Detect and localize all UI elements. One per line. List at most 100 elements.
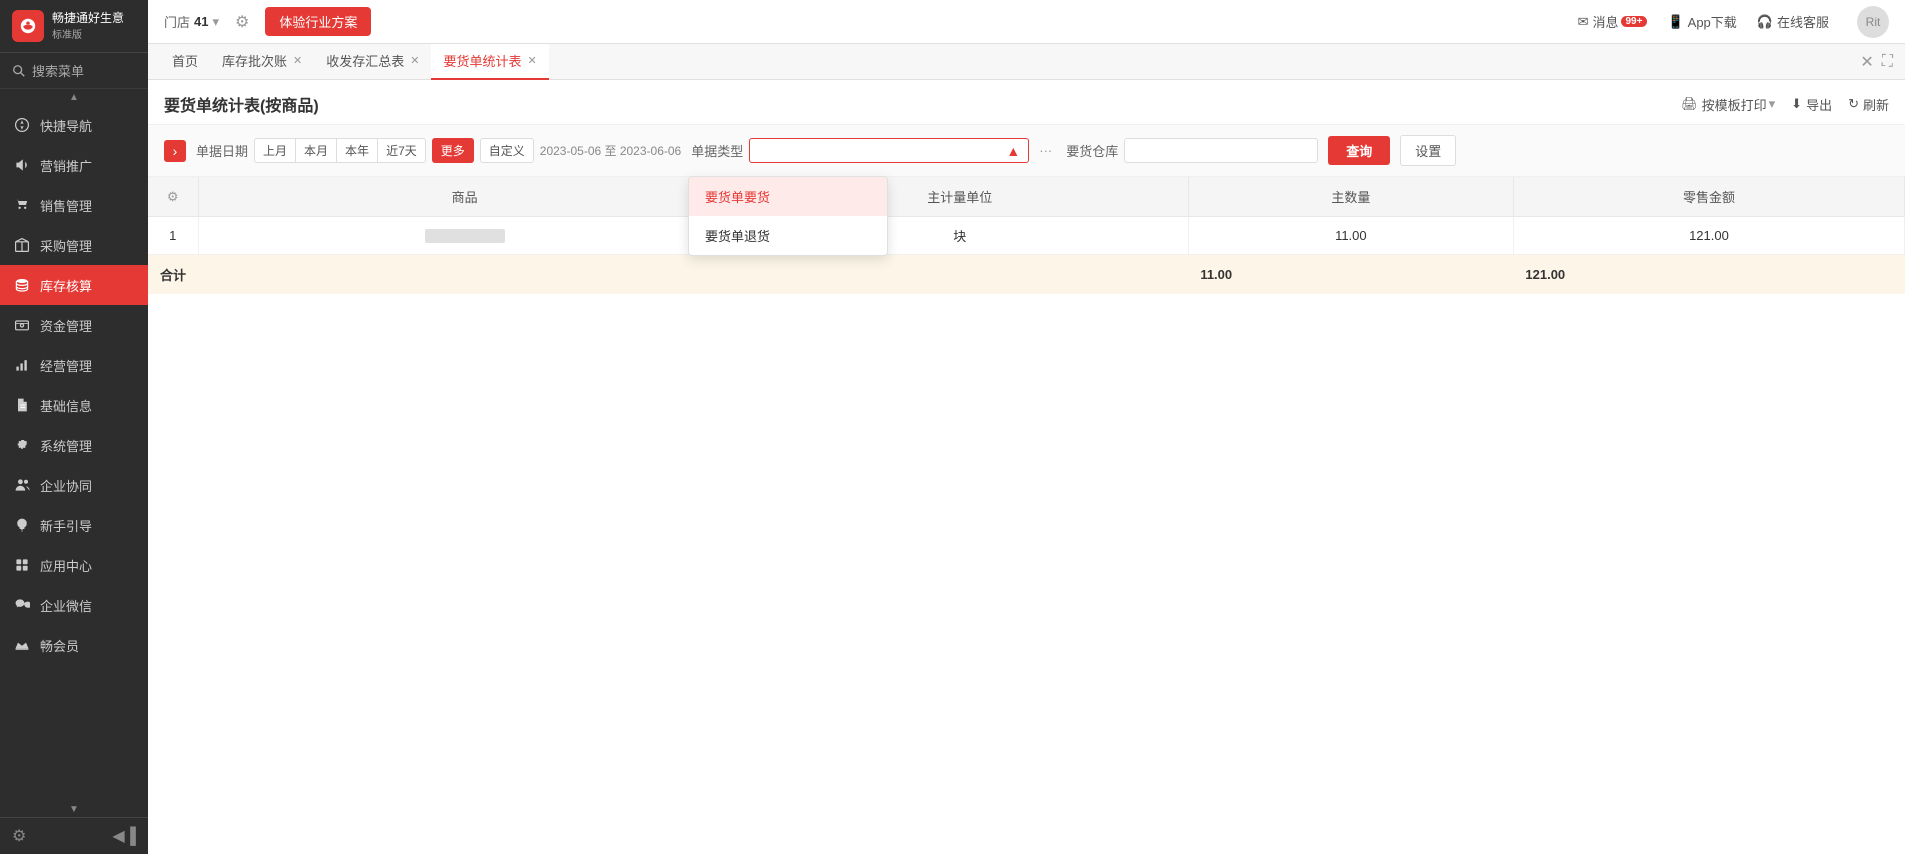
topbar-right: ✉ 消息 99+ 📱 App下载 🎧 在线客服 Rit	[1578, 6, 1889, 38]
store-selector[interactable]: 门店 41 ▾	[164, 12, 219, 31]
topbar: 门店 41 ▾ ⚙ 体验行业方案 ✉ 消息 99+ 📱 App下载 🎧 在线客服	[148, 0, 1905, 44]
period-7days[interactable]: 近7天	[377, 138, 426, 163]
date-range-display: 2023-05-06 至 2023-06-06	[540, 142, 681, 159]
print-label: 按模板打印	[1702, 95, 1767, 114]
topbar-left: 门店 41 ▾ ⚙ 体验行业方案	[164, 7, 1578, 36]
store-number: 41	[194, 14, 208, 29]
sidebar-item-label: 系统管理	[40, 436, 92, 455]
dropdown-item-return[interactable]: 要货单退货	[689, 216, 887, 255]
sidebar-item-label: 企业微信	[40, 596, 92, 615]
chart-icon	[12, 355, 32, 375]
tab-order-stats[interactable]: 要货单统计表 ✕	[431, 44, 548, 80]
sidebar-item-finance[interactable]: 资金管理	[0, 305, 148, 345]
app-download-btn[interactable]: 📱 App下载	[1667, 12, 1736, 31]
online-service-btn[interactable]: 🎧 在线客服	[1757, 12, 1829, 31]
sidebar-item-guide[interactable]: 新手引导	[0, 505, 148, 545]
compass-icon	[12, 115, 32, 135]
warehouse-input[interactable]	[1124, 138, 1318, 163]
sidebar-logo: 畅捷通好生意 标准版	[0, 0, 148, 53]
app-download-label: App下载	[1688, 12, 1737, 31]
tabs-close-all-icon[interactable]: ✕	[1860, 52, 1873, 72]
dropdown-item-order[interactable]: 要货单要货	[689, 177, 887, 216]
print-dropdown-icon: ▾	[1769, 96, 1776, 112]
sidebar-item-wechat[interactable]: 企业微信	[0, 585, 148, 625]
database-icon	[12, 275, 32, 295]
crown-icon	[12, 635, 32, 655]
col-amount-label: 零售金额	[1683, 190, 1735, 205]
print-btn[interactable]: 🖨 按模板打印 ▾	[1677, 95, 1775, 114]
sidebar-item-system[interactable]: 系统管理	[0, 425, 148, 465]
sidebar-item-label: 应用中心	[40, 556, 92, 575]
app-sub: 标准版	[52, 26, 124, 41]
sidebar-item-basic-info[interactable]: 基础信息	[0, 385, 148, 425]
sidebar-item-label: 采购管理	[40, 236, 92, 255]
sidebar-item-appcenter[interactable]: 应用中心	[0, 545, 148, 585]
sidebar-item-membership[interactable]: 畅会员	[0, 625, 148, 665]
table-body: 1 块 11.00 121.00	[148, 217, 1905, 255]
sidebar-scroll-down[interactable]: ▼	[0, 801, 148, 817]
grid-icon	[12, 555, 32, 575]
user-avatar[interactable]: Rit	[1857, 6, 1889, 38]
warehouse-filter-group: 要货仓库	[1066, 138, 1318, 163]
set-btn[interactable]: 设置	[1400, 135, 1456, 166]
tab-stock-batch-close[interactable]: ✕	[293, 54, 302, 67]
app-download-icon: 📱	[1667, 14, 1683, 30]
shopping-cart-icon	[12, 195, 32, 215]
col-settings: ⚙	[148, 177, 198, 217]
file-icon	[12, 395, 32, 415]
sidebar-item-purchase[interactable]: 采购管理	[0, 225, 148, 265]
tabs-maximize-icon[interactable]: ⛶	[1882, 53, 1893, 71]
sidebar-collapse-icon[interactable]: ◀▐	[112, 826, 136, 846]
refresh-btn[interactable]: ↻ 刷新	[1844, 95, 1889, 114]
type-select-arrow[interactable]: ▲	[998, 143, 1028, 159]
tab-recv-summary[interactable]: 收发存汇总表 ✕	[314, 44, 431, 80]
sidebar-item-inventory[interactable]: 库存核算	[0, 265, 148, 305]
tab-stock-batch-label: 库存批次账	[222, 51, 287, 70]
tab-stock-batch[interactable]: 库存批次账 ✕	[210, 44, 314, 80]
messages-btn[interactable]: ✉ 消息 99+	[1578, 12, 1648, 31]
product-placeholder	[425, 229, 505, 243]
date-filter-group: 单据日期 上月 本月 本年 近7天 更多 自定义 2023-05-06 至 20…	[196, 138, 681, 163]
col-quantity: 主数量	[1188, 177, 1513, 217]
sidebar-item-collaboration[interactable]: 企业协同	[0, 465, 148, 505]
period-custom-btn[interactable]: 自定义	[480, 138, 534, 163]
sidebar-item-label: 新手引导	[40, 516, 92, 535]
export-btn[interactable]: ⬇ 导出	[1787, 95, 1832, 114]
filter-expand-btn[interactable]: ›	[164, 140, 186, 162]
sidebar-item-label: 经营管理	[40, 356, 92, 375]
package-icon	[12, 235, 32, 255]
table-settings-icon[interactable]: ⚙	[167, 189, 179, 204]
settings-footer-icon[interactable]: ⚙	[12, 826, 26, 846]
sidebar-item-sales[interactable]: 销售管理	[0, 185, 148, 225]
tab-order-stats-close[interactable]: ✕	[528, 54, 537, 67]
type-filter-label: 单据类型	[691, 141, 743, 160]
sidebar-search[interactable]: 搜索菜单	[0, 53, 148, 89]
refresh-label: 刷新	[1863, 95, 1889, 114]
sidebar-item-marketing[interactable]: 营销推广	[0, 145, 148, 185]
sidebar-scroll-up[interactable]: ▲	[0, 89, 148, 105]
lightbulb-icon	[12, 515, 32, 535]
query-btn[interactable]: 查询	[1328, 136, 1390, 165]
service-icon: 🎧	[1757, 14, 1773, 30]
type-select-input[interactable]	[750, 139, 998, 162]
period-this-year[interactable]: 本年	[336, 138, 377, 163]
trial-btn[interactable]: 体验行业方案	[265, 7, 371, 36]
app-name: 畅捷通好生意	[52, 11, 124, 27]
sidebar-item-operations[interactable]: 经营管理	[0, 345, 148, 385]
period-last-month[interactable]: 上月	[254, 138, 295, 163]
sidebar-item-quicknav[interactable]: 快捷导航	[0, 105, 148, 145]
sidebar-items: 快捷导航 营销推广 销售管理 采购管理 库存核算	[0, 105, 148, 801]
period-more-btn[interactable]: 更多	[432, 138, 474, 163]
filter-dots-btn[interactable]: ···	[1035, 139, 1056, 162]
export-label: 导出	[1806, 95, 1832, 114]
tab-home[interactable]: 首页	[160, 44, 210, 80]
period-this-month[interactable]: 本月	[295, 138, 336, 163]
col-unit-label: 主计量单位	[927, 190, 992, 205]
users-icon	[12, 475, 32, 495]
message-badge: 99+	[1621, 16, 1648, 27]
tab-recv-summary-close[interactable]: ✕	[410, 54, 419, 67]
period-btns: 上月 本月 本年 近7天	[254, 138, 426, 163]
message-label: 消息	[1592, 12, 1618, 31]
megaphone-icon	[12, 155, 32, 175]
topbar-gear-icon[interactable]: ⚙	[235, 12, 249, 32]
